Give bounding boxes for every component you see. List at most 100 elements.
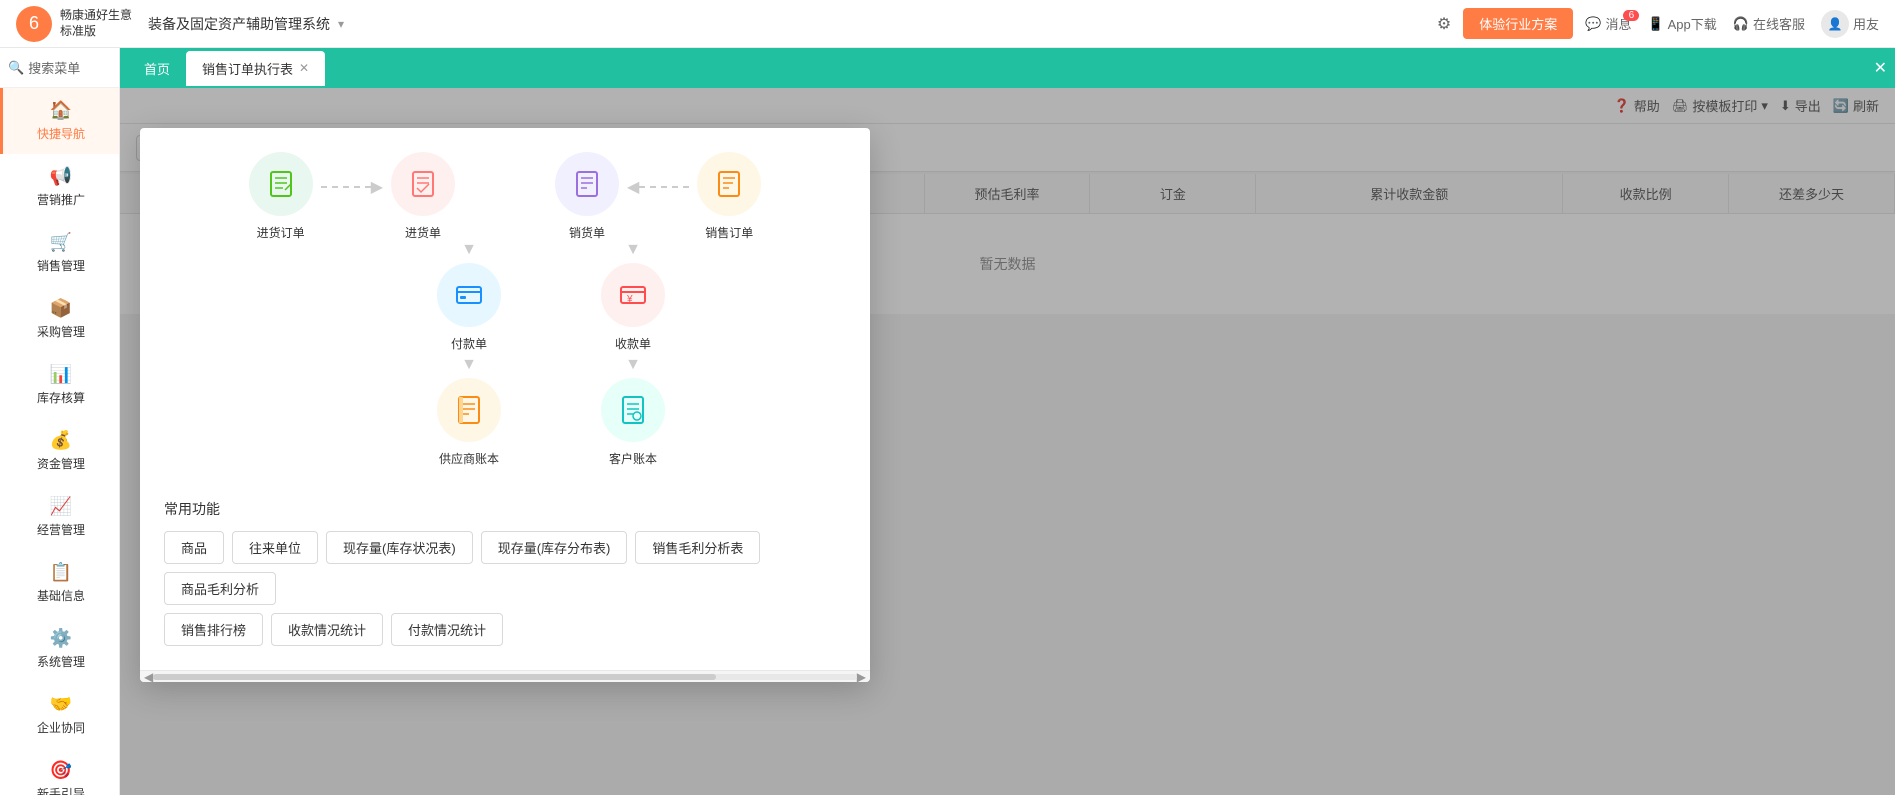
logo-text: 畅康通好生意 标准版 (60, 8, 132, 39)
flow-section: 进货订单 ▶ (164, 152, 846, 483)
flow-node-sales-bill[interactable]: 销货单 (555, 152, 619, 241)
customer-ledger-label: 客户账本 (609, 450, 657, 467)
payment-bill-label: 付款单 (451, 335, 487, 352)
customer-ledger-circle (601, 378, 665, 442)
logo-icon: 6 (16, 6, 52, 42)
flow-node-sales-order[interactable]: 销售订单 (697, 152, 761, 241)
sidebar-item-quick-nav[interactable]: 🏠 快捷导航 (0, 88, 119, 154)
page-content: ❓ 帮助 🖨 按模板打印 ▾ ⬇ 导出 🔄 刷新 (120, 88, 1895, 795)
purchase-order-label: 进货订单 (257, 224, 305, 241)
sidebar-label-newbie: 新手引导 (37, 785, 85, 795)
payment-bill-circle (437, 263, 501, 327)
sidebar-label-operations: 经营管理 (37, 521, 85, 538)
scrollbar-track (153, 674, 857, 680)
func-btn-product[interactable]: 商品 (164, 531, 224, 564)
sales-order-circle (697, 152, 761, 216)
sales-order-label: 销售订单 (705, 224, 753, 241)
flow-node-purchase-bill[interactable]: 进货单 (391, 152, 455, 241)
sidebar-search-label: 搜索菜单 (28, 58, 80, 77)
supplier-ledger-circle (437, 378, 501, 442)
headset-icon: 🎧 (1733, 16, 1749, 32)
flow-node-receipt-bill[interactable]: ¥ 收款单 (601, 263, 665, 352)
sidebar-item-operations[interactable]: 📈 经营管理 (0, 484, 119, 550)
app-download-action[interactable]: 📱 App下载 (1647, 14, 1716, 33)
phone-icon: 📱 (1647, 16, 1663, 32)
dropdown-arrow-icon[interactable]: ▾ (338, 17, 344, 31)
top-header: 6 畅康通好生意 标准版 装备及固定资产辅助管理系统 ▾ ⚙ 体验行业方案 💬 … (0, 0, 1895, 48)
header-right: 💬 消息 6 📱 App下载 🎧 在线客服 👤 用友 (1585, 10, 1879, 38)
func-btn-product-profit[interactable]: 商品毛利分析 (164, 572, 276, 605)
scrollbar-thumb (153, 674, 716, 680)
tab-bar-close-icon[interactable]: ✕ (1874, 58, 1887, 78)
scrollbar-right-arrow[interactable]: ▶ (857, 670, 866, 683)
operations-icon: 📈 (50, 496, 72, 517)
tab-sales-order-execution[interactable]: 销售订单执行表 ✕ (186, 51, 325, 86)
user-action[interactable]: 👤 用友 (1821, 10, 1879, 38)
sidebar-item-cooperation[interactable]: 🤝 企业协同 (0, 682, 119, 748)
function-buttons-row2: 销售排行榜 收款情况统计 付款情况统计 (164, 613, 846, 646)
common-functions: 常用功能 商品 往来单位 现存量(库存状况表) 现存量(库存分布表) 销售毛利分… (164, 483, 846, 646)
system-icon: ⚙️ (50, 628, 72, 649)
tab-home[interactable]: 首页 (128, 51, 186, 86)
cooperation-icon: 🤝 (50, 694, 72, 715)
modal-overlay[interactable]: 进货订单 ▶ (120, 88, 1895, 795)
system-name: 装备及固定资产辅助管理系统 (148, 14, 330, 34)
flow-node-purchase-order[interactable]: 进货订单 (249, 152, 313, 241)
online-service-action[interactable]: 🎧 在线客服 (1733, 14, 1805, 33)
sidebar-item-basic-info[interactable]: 📋 基础信息 (0, 550, 119, 616)
sidebar-label-finance: 资金管理 (37, 455, 85, 472)
sidebar-item-inventory[interactable]: 📊 库存核算 (0, 352, 119, 418)
search-icon: 🔍 (8, 60, 24, 76)
func-btn-stock-status[interactable]: 现存量(库存状况表) (326, 531, 473, 564)
svg-text:¥: ¥ (626, 294, 633, 305)
sidebar-item-sales[interactable]: 🛒 销售管理 (0, 220, 119, 286)
sidebar-label-marketing: 营销推广 (37, 191, 85, 208)
sidebar-item-marketing[interactable]: 📢 营销推广 (0, 154, 119, 220)
sidebar-label-system: 系统管理 (37, 653, 85, 670)
flow-node-customer-ledger[interactable]: 客户账本 (601, 378, 665, 467)
trial-button[interactable]: 体验行业方案 (1463, 8, 1573, 39)
function-buttons: 商品 往来单位 现存量(库存状况表) 现存量(库存分布表) 销售毛利分析表 商品… (164, 531, 846, 605)
sidebar-item-newbie[interactable]: 🎯 新手引导 (0, 748, 119, 795)
tab-sales-order-label: 销售订单执行表 (202, 59, 293, 78)
func-btn-payment-stat[interactable]: 付款情况统计 (391, 613, 503, 646)
func-btn-sales-profit[interactable]: 销售毛利分析表 (635, 531, 760, 564)
modal-scrollbar[interactable]: ◀ ▶ (140, 670, 870, 682)
scrollbar-left-arrow[interactable]: ◀ (144, 670, 153, 683)
sidebar-item-purchase[interactable]: 📦 采购管理 (0, 286, 119, 352)
basic-info-icon: 📋 (50, 562, 72, 583)
sidebar-label-quick-nav: 快捷导航 (37, 125, 85, 142)
logo-area: 6 畅康通好生意 标准版 (16, 6, 136, 42)
tab-bar: 首页 销售订单执行表 ✕ ✕ (120, 48, 1895, 88)
purchase-bill-circle (391, 152, 455, 216)
func-btn-collection-stat[interactable]: 收款情况统计 (271, 613, 383, 646)
purchase-icon: 📦 (50, 298, 72, 319)
home-icon: 🏠 (50, 100, 72, 121)
sidebar-item-finance[interactable]: 💰 资金管理 (0, 418, 119, 484)
marketing-icon: 📢 (50, 166, 72, 187)
sidebar-item-system[interactable]: ⚙️ 系统管理 (0, 616, 119, 682)
message-action[interactable]: 💬 消息 6 (1585, 14, 1631, 33)
sales-icon: 🛒 (50, 232, 72, 253)
user-avatar: 👤 (1821, 10, 1849, 38)
flow-node-supplier-ledger[interactable]: 供应商账本 (437, 378, 501, 467)
inventory-icon: 📊 (50, 364, 72, 385)
purchase-order-circle (249, 152, 313, 216)
func-btn-counterpart[interactable]: 往来单位 (232, 531, 318, 564)
sidebar-label-inventory: 库存核算 (37, 389, 85, 406)
sidebar-label-basic-info: 基础信息 (37, 587, 85, 604)
gear-icon[interactable]: ⚙ (1437, 14, 1451, 34)
supplier-ledger-label: 供应商账本 (439, 450, 499, 467)
flow-node-payment-bill[interactable]: 付款单 (437, 263, 501, 352)
sales-bill-circle (555, 152, 619, 216)
sidebar-search[interactable]: 🔍 搜索菜单 (0, 48, 119, 88)
purchase-bill-label: 进货单 (405, 224, 441, 241)
receipt-bill-circle: ¥ (601, 263, 665, 327)
tab-close-icon[interactable]: ✕ (299, 61, 309, 75)
quick-nav-modal: 进货订单 ▶ (140, 128, 870, 682)
sales-bill-label: 销货单 (569, 224, 605, 241)
func-btn-stock-dist[interactable]: 现存量(库存分布表) (481, 531, 628, 564)
func-btn-sales-rank[interactable]: 销售排行榜 (164, 613, 263, 646)
modal-content: 进货订单 ▶ (140, 128, 870, 670)
newbie-icon: 🎯 (50, 760, 72, 781)
